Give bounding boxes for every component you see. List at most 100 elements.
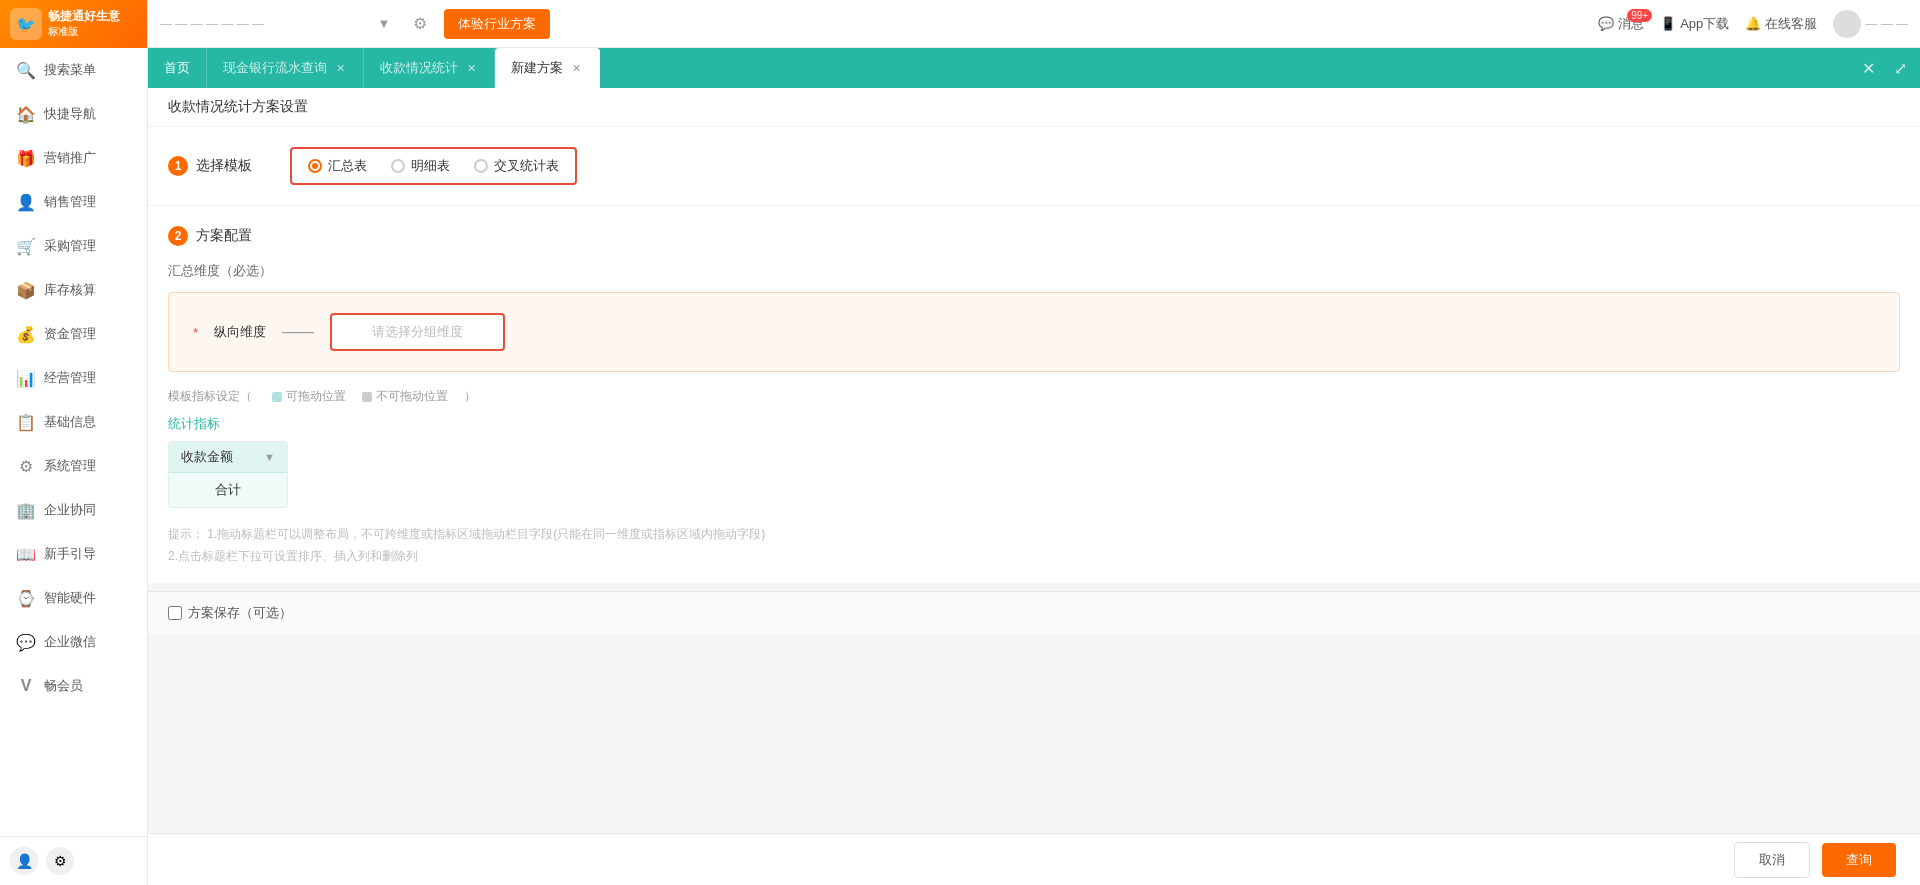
dimension-title: 汇总维度（必选） [168,262,1900,280]
tab-new-plan-close[interactable]: ✕ [569,61,583,75]
sidebar-item-newbie[interactable]: 📖 新手引导 [0,532,147,576]
sidebar: 🐦 畅捷通好生意 标准版 🔍 搜索菜单 🏠 快捷导航 🎁 营销推广 👤 销售管理… [0,0,148,885]
legend-draggable-label: 可拖动位置 [286,388,346,405]
tab-new-plan[interactable]: 新建方案 ✕ [495,48,600,88]
sidebar-bottom-btn2[interactable]: ⚙ [46,847,74,875]
sidebar-item-label: 搜索菜单 [44,61,96,79]
gift-icon: 🎁 [16,148,36,168]
hint-2: 2.点击标题栏下拉可设置排序、插入列和删除列 [168,546,1900,568]
dimension-arrow: —— [282,323,314,341]
sidebar-item-sales[interactable]: 👤 销售管理 [0,180,147,224]
sidebar-item-label: 经营管理 [44,369,96,387]
newbie-icon: 📖 [16,544,36,564]
online-support-btn[interactable]: 🔔 在线客服 [1745,15,1817,33]
tab-bar: 首页 现金银行流水查询 ✕ 收款情况统计 ✕ 新建方案 ✕ ✕ ⤢ [148,48,1920,88]
tab-cash-flow[interactable]: 现金银行流水查询 ✕ [207,48,364,88]
page-title: 收款情况统计方案设置 [148,88,1920,127]
sidebar-item-vip[interactable]: V 畅会员 [0,664,147,708]
sidebar-item-search-menu[interactable]: 🔍 搜索菜单 [0,48,147,92]
tab-collection-stats[interactable]: 收款情况统计 ✕ [364,48,495,88]
sidebar-item-system[interactable]: ⚙ 系统管理 [0,444,147,488]
breadcrumb: — — — — — — — [160,17,360,31]
message-badge: 99+ [1627,9,1652,22]
radio-detail-circle [391,159,405,173]
metrics-table-header[interactable]: 收款金额 ▼ [169,442,287,473]
tab-new-plan-label: 新建方案 [511,59,563,77]
step1-title: 选择模板 [196,157,252,175]
sidebar-nav: 🔍 搜索菜单 🏠 快捷导航 🎁 营销推广 👤 销售管理 🛒 采购管理 📦 库存核… [0,48,147,836]
metrics-legend: 模板指标设定（ 可拖动位置 不可拖动位置 ） [168,388,1900,405]
radio-detail[interactable]: 明细表 [391,157,450,175]
sidebar-item-quick-nav[interactable]: 🏠 快捷导航 [0,92,147,136]
cancel-button[interactable]: 取消 [1734,842,1810,878]
sidebar-item-inventory[interactable]: 📦 库存核算 [0,268,147,312]
radio-summary[interactable]: 汇总表 [308,157,367,175]
radio-cross[interactable]: 交叉统计表 [474,157,559,175]
sidebar-logo-text: 畅捷通好生意 [48,9,120,25]
save-checkbox-label[interactable]: 方案保存（可选） [168,604,292,622]
user-name: — — — [1865,17,1908,31]
step1-badge: 1 [168,156,188,176]
vip-icon: V [16,676,36,696]
save-checkbox[interactable] [168,606,182,620]
radio-detail-label: 明细表 [411,157,450,175]
legend-draggable: 可拖动位置 [272,388,346,405]
tab-home[interactable]: 首页 [148,48,207,88]
basic-info-icon: 📋 [16,412,36,432]
dimension-select[interactable]: 请选择分组维度 [330,313,505,351]
corp-icon: 🏢 [16,500,36,520]
sidebar-bottom-btn1[interactable]: 👤 [10,847,38,875]
required-star: * [193,325,198,340]
purchase-icon: 🛒 [16,236,36,256]
sidebar-item-operations[interactable]: 📊 经营管理 [0,356,147,400]
sidebar-item-label: 企业微信 [44,633,96,651]
bottom-bar: 取消 查询 [148,833,1920,885]
legend-close-bracket: ） [464,388,476,405]
metrics-label: 统计指标 [168,415,1900,433]
legend-dot-non-draggable [362,392,372,402]
sidebar-item-label: 资金管理 [44,325,96,343]
sidebar-item-marketing[interactable]: 🎁 营销推广 [0,136,147,180]
sidebar-item-corp-collab[interactable]: 🏢 企业协同 [0,488,147,532]
query-button[interactable]: 查询 [1822,843,1896,877]
radio-summary-circle [308,159,322,173]
dimension-area: * 纵向维度 —— 请选择分组维度 [168,292,1900,372]
sidebar-bottom: 👤 ⚙ [0,836,147,885]
sidebar-item-smart-hw[interactable]: ⌚ 智能硬件 [0,576,147,620]
message-btn[interactable]: 💬 消息 99+ [1598,15,1644,33]
radio-cross-circle [474,159,488,173]
header-dropdown-btn[interactable]: ▼ [372,12,396,36]
tab-close-all-btn[interactable]: ✕ [1856,56,1880,80]
step1-header: 1 选择模板 汇总表 明细表 [168,147,1900,185]
app-download-btn[interactable]: 📱 App下载 [1660,15,1729,33]
page-body: 收款情况统计方案设置 1 选择模板 汇总表 明细 [148,88,1920,833]
sidebar-item-funds[interactable]: 💰 资金管理 [0,312,147,356]
header-right: 💬 消息 99+ 📱 App下载 🔔 在线客服 — — — [1598,10,1908,38]
sidebar-item-basic-info[interactable]: 📋 基础信息 [0,400,147,444]
tab-collection-stats-close[interactable]: ✕ [464,61,478,75]
header-gear-btn[interactable]: ⚙ [408,12,432,36]
tab-maximize-btn[interactable]: ⤢ [1888,56,1912,80]
radio-cross-label: 交叉统计表 [494,157,559,175]
metrics-table: 收款金额 ▼ 合计 [168,441,288,508]
sidebar-item-corp-wechat[interactable]: 💬 企业微信 [0,620,147,664]
support-icon: 🔔 [1745,16,1761,31]
app-icon: 📱 [1660,16,1676,31]
radio-summary-label: 汇总表 [328,157,367,175]
message-icon: 💬 [1598,16,1614,31]
sidebar-item-label: 企业协同 [44,501,96,519]
sidebar-item-label: 库存核算 [44,281,96,299]
user-avatar-btn[interactable]: — — — [1833,10,1908,38]
user-avatar [1833,10,1861,38]
search-icon: 🔍 [16,60,36,80]
sidebar-item-label: 新手引导 [44,545,96,563]
metrics-table-cell: 合计 [169,473,287,507]
sidebar-item-purchase[interactable]: 🛒 采购管理 [0,224,147,268]
metrics-dropdown-arrow[interactable]: ▼ [264,451,275,463]
top-header: — — — — — — — ▼ ⚙ 体验行业方案 💬 消息 99+ 📱 App下… [148,0,1920,48]
step2-title: 方案配置 [196,227,252,245]
sidebar-item-label: 快捷导航 [44,105,96,123]
tab-cash-flow-close[interactable]: ✕ [333,61,347,75]
trial-btn[interactable]: 体验行业方案 [444,9,550,39]
page-footer: 方案保存（可选） [148,591,1920,634]
